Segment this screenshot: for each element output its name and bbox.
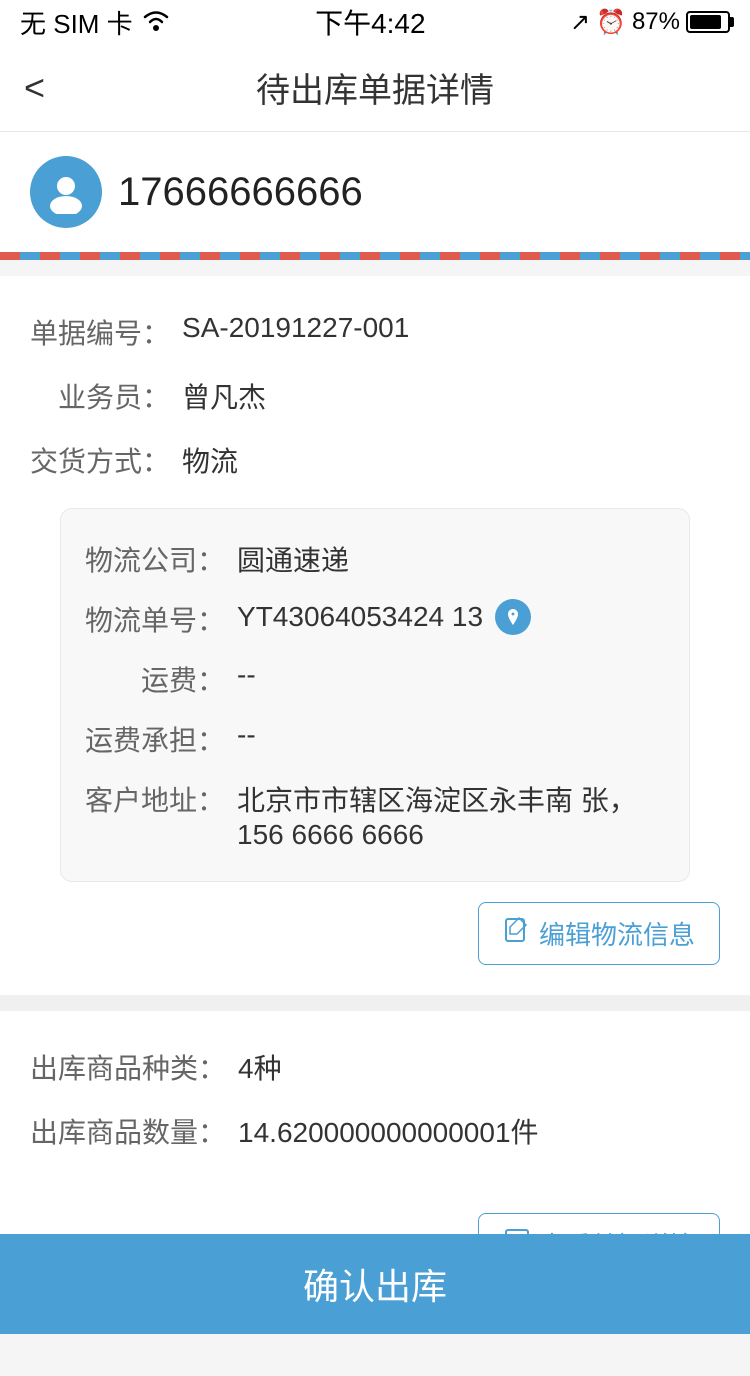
freight-label: 运费：: [85, 659, 225, 699]
customer-phone: 17666666666: [118, 170, 363, 215]
alarm-icon: ⏰: [596, 8, 626, 37]
dashed-border: [0, 252, 750, 260]
edit-btn-label: 编辑物流信息: [539, 915, 695, 952]
order-no-value: SA-20191227-001: [170, 312, 720, 344]
address-row: 客户地址： 北京市市辖区海淀区永丰南 张，156 6666 6666: [85, 769, 665, 861]
freight-bearer-row: 运费承担： --: [85, 709, 665, 769]
status-left: 无 SIM 卡: [20, 4, 171, 41]
status-right: ↗ ⏰ 87%: [570, 8, 730, 37]
salesman-label: 业务员：: [30, 376, 170, 416]
freight-value: --: [225, 659, 665, 691]
page-title: 待出库单据详情: [256, 63, 494, 112]
address-value: 北京市市辖区海淀区永丰南 张，156 6666 6666: [225, 779, 665, 851]
logistics-company-label: 物流公司：: [85, 539, 225, 579]
logistics-tracking-row: 物流单号： YT43064053424 13: [85, 589, 665, 649]
logistics-card: 物流公司： 圆通速递 物流单号： YT43064053424 13 运费： --: [60, 508, 690, 882]
logistics-tracking-label: 物流单号：: [85, 599, 225, 639]
customer-section: 17666666666: [0, 132, 750, 252]
order-no-row: 单据编号： SA-20191227-001: [30, 300, 720, 364]
goods-quantity-label: 出库商品数量：: [30, 1111, 226, 1151]
battery-icon: [686, 11, 730, 33]
goods-quantity-row: 出库商品数量： 14.620000000000001件: [30, 1099, 720, 1163]
freight-bearer-label: 运费承担：: [85, 719, 225, 759]
battery-percent: 87%: [632, 8, 680, 36]
delivery-value: 物流: [170, 440, 720, 480]
freight-bearer-value: --: [225, 719, 665, 751]
delivery-row: 交货方式： 物流: [30, 428, 720, 492]
logistics-company-value: 圆通速递: [225, 539, 665, 579]
back-button[interactable]: <: [24, 67, 45, 109]
logistics-tracking-value: YT43064053424 13: [225, 599, 665, 635]
goods-types-value: 4种: [226, 1047, 720, 1087]
address-label: 客户地址：: [85, 779, 225, 819]
goods-quantity-value: 14.620000000000001件: [226, 1111, 720, 1151]
status-time: 下午4:42: [315, 2, 426, 42]
confirm-button[interactable]: 确认出库: [0, 1234, 750, 1334]
edit-icon: [503, 916, 531, 951]
salesman-row: 业务员： 曾凡杰: [30, 364, 720, 428]
nav-bar: < 待出库单据详情: [0, 44, 750, 132]
logistics-company-row: 物流公司： 圆通速递: [85, 529, 665, 589]
order-info-section: 单据编号： SA-20191227-001 业务员： 曾凡杰 交货方式： 物流 …: [0, 276, 750, 995]
location-status-icon: ↗: [570, 8, 590, 37]
goods-section: 出库商品种类： 4种 出库商品数量： 14.620000000000001件: [0, 1011, 750, 1193]
goods-types-label: 出库商品种类：: [30, 1047, 226, 1087]
avatar: [30, 156, 102, 228]
order-no-label: 单据编号：: [30, 312, 170, 352]
goods-types-row: 出库商品种类： 4种: [30, 1035, 720, 1099]
status-bar: 无 SIM 卡 下午4:42 ↗ ⏰ 87%: [0, 0, 750, 44]
confirm-btn-label: 确认出库: [303, 1258, 447, 1310]
freight-row: 运费： --: [85, 649, 665, 709]
delivery-label: 交货方式：: [30, 440, 170, 480]
edit-logistics-button[interactable]: 编辑物流信息: [478, 902, 720, 965]
tracking-location-icon[interactable]: [495, 599, 531, 635]
section-divider: [0, 995, 750, 1011]
wifi-icon: [141, 7, 171, 38]
salesman-value: 曾凡杰: [170, 376, 720, 416]
carrier-text: 无 SIM 卡: [20, 4, 133, 41]
edit-btn-row: 编辑物流信息: [30, 882, 720, 965]
